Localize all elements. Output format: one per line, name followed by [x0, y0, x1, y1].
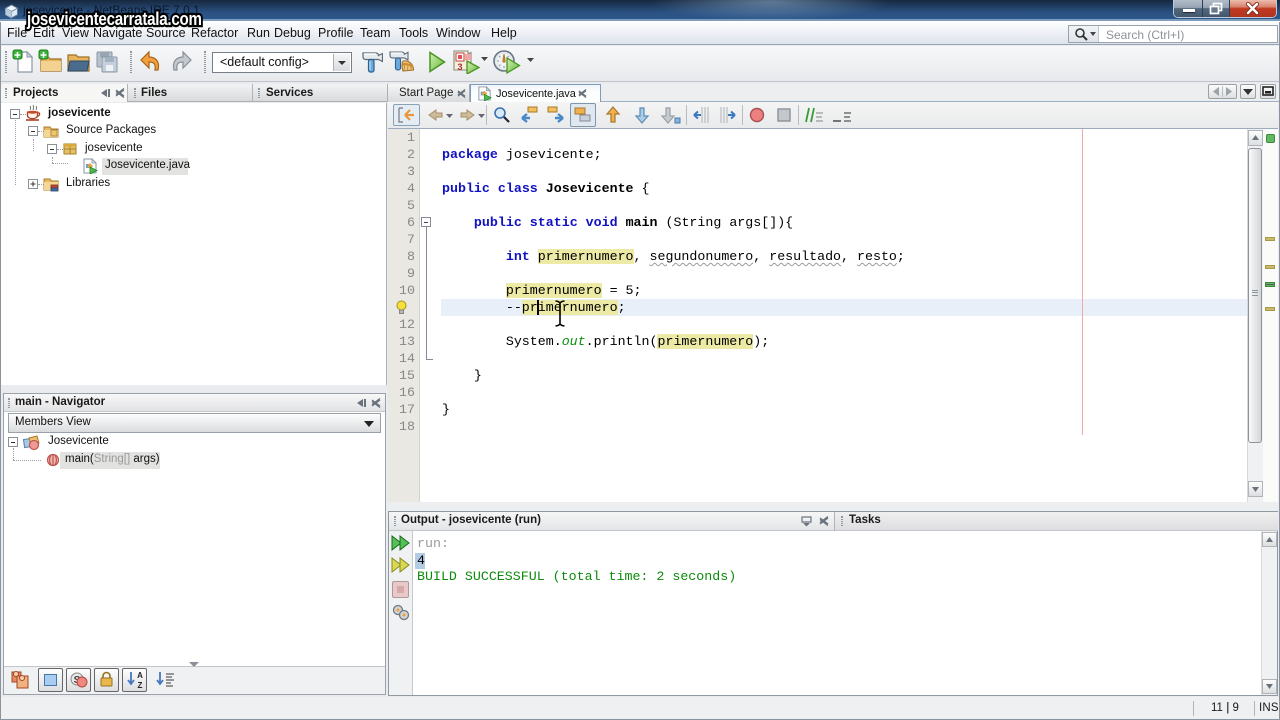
- svg-text:Z: Z: [138, 681, 143, 690]
- svg-text:3: 3: [457, 62, 462, 72]
- svg-text:A: A: [137, 671, 143, 680]
